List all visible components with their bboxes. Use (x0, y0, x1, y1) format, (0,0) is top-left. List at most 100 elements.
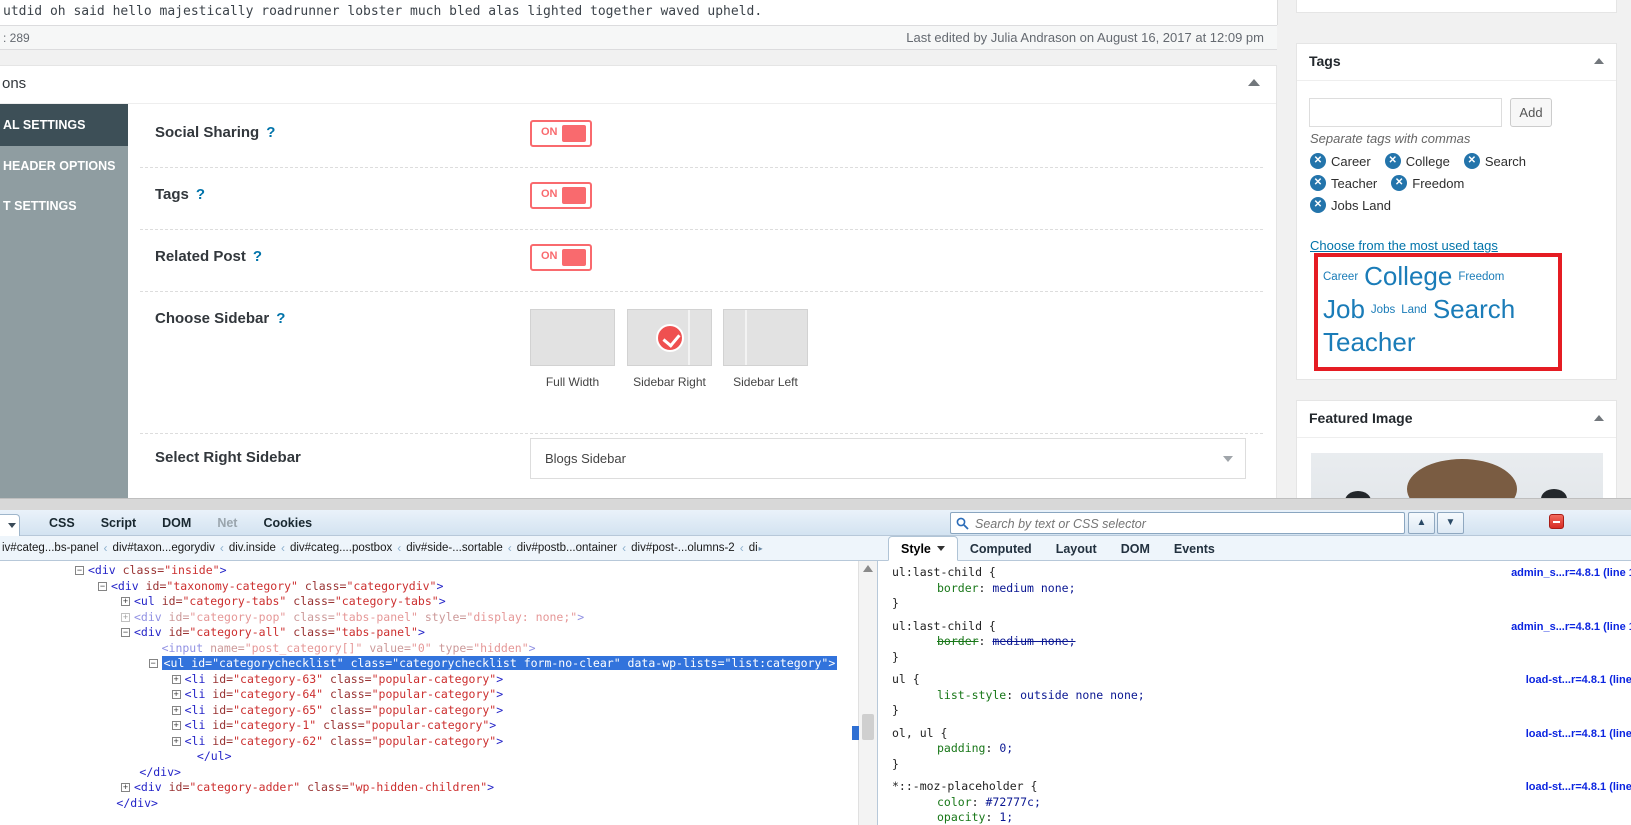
remove-tag-icon[interactable]: ✕ (1391, 175, 1408, 191)
tree-row[interactable]: </div> (0, 765, 858, 781)
node[interactable]: <div id="taxonomy-category" class="categ… (111, 579, 443, 593)
node[interactable]: <div id="category-all" class="tabs-panel… (134, 625, 425, 639)
html-tab-partial[interactable] (0, 514, 20, 537)
css-source-link[interactable]: load-st...r=4.8.1 (line 1 (1526, 673, 1631, 689)
metabox-header[interactable]: ons (0, 66, 1276, 104)
html-tree-scrollbar[interactable] (852, 561, 877, 825)
firebug-tab-cookies[interactable]: Cookies (250, 516, 325, 530)
style-tab-layout[interactable]: Layout (1044, 536, 1109, 561)
tree-row[interactable]: − <div id="category-all" class="tabs-pane… (0, 625, 858, 641)
tree-row[interactable]: + <li id="category-62" class="popular-cat… (0, 734, 858, 750)
node[interactable]: <li id="category-62" class="popular-cate… (185, 734, 504, 748)
layout-option-sidebar-right[interactable] (627, 309, 712, 366)
scrollbar-thumb[interactable] (862, 714, 874, 740)
collapse-arrow-icon[interactable] (1248, 79, 1260, 86)
node[interactable]: <li id="category-1" class="popular-categ… (185, 718, 497, 732)
selected-node[interactable]: <ul id="categorychecklist" class="catego… (161, 656, 838, 670)
layout-option-full-width[interactable] (530, 309, 615, 366)
css-property-line[interactable]: padding: 0; (892, 741, 1631, 757)
firebug-tab-dom[interactable]: DOM (149, 516, 204, 530)
breadcrumb-item[interactable]: div.inside (229, 542, 276, 554)
remove-tag-icon[interactable]: ✕ (1463, 153, 1480, 169)
tags-panel-header[interactable]: Tags (1297, 44, 1616, 81)
node[interactable]: <li id="category-63" class="popular-cate… (185, 672, 504, 686)
remove-tag-icon[interactable]: ✕ (1310, 175, 1326, 191)
remove-tag-icon[interactable]: ✕ (1384, 153, 1401, 169)
breadcrumb-item[interactable]: div#postb...ontainer (517, 542, 617, 554)
tree-row[interactable]: + <div id="category-adder" class="wp-hidd… (0, 780, 858, 796)
cloud-tag[interactable]: Freedom (1458, 271, 1504, 283)
search-input[interactable] (973, 514, 1397, 534)
tree-row[interactable]: + <li id="category-1" class="popular-cate… (0, 718, 858, 734)
tree-row[interactable]: + <li id="category-65" class="popular-cat… (0, 703, 858, 719)
breadcrumb-item[interactable]: di (749, 542, 758, 554)
tree-row[interactable]: − <div id="taxonomy-category" class="cate… (0, 579, 858, 595)
cloud-tag[interactable]: Search (1433, 294, 1515, 325)
expand-toggle-icon[interactable]: + (171, 674, 181, 684)
social-sharing-toggle[interactable]: ON (530, 120, 592, 147)
layout-option-sidebar-left[interactable] (723, 309, 808, 366)
tree-row[interactable]: +<input name="post_category[]" value="0"… (0, 641, 858, 657)
add-tag-button[interactable]: Add (1510, 98, 1552, 127)
breadcrumb-item[interactable]: div#taxon...egorydiv (113, 542, 215, 554)
cloud-tag[interactable]: Job (1323, 294, 1365, 325)
tree-row[interactable]: − <div class="inside"> (0, 563, 858, 579)
most-used-tags-link[interactable]: Choose from the most used tags (1310, 238, 1498, 253)
collapse-arrow-icon[interactable] (1594, 415, 1604, 421)
cloud-tag[interactable]: Jobs (1371, 304, 1395, 316)
node[interactable]: <ul id="category-tabs" class="category-t… (134, 594, 446, 608)
sidebar-item-al-settings[interactable]: AL SETTINGS (0, 104, 128, 146)
firebug-resize-handle[interactable] (0, 498, 1631, 510)
css-source-link[interactable]: admin_s...r=4.8.1 (line 14 (1511, 620, 1631, 636)
breadcrumb-item[interactable]: iv#categ...bs-panel (2, 542, 99, 554)
cloud-tag[interactable]: College (1364, 261, 1452, 292)
tree-row[interactable]: </ul> (0, 749, 858, 765)
tree-row[interactable]: + <li id="category-64" class="popular-cat… (0, 687, 858, 703)
tree-row[interactable]: + <ul id="category-tabs" class="category-… (0, 594, 858, 610)
tree-row[interactable]: </div> (0, 796, 858, 812)
breadcrumb-item[interactable]: div#side-...sortable (406, 542, 503, 554)
tags-toggle[interactable]: ON (530, 182, 592, 209)
help-icon[interactable]: ? (266, 124, 275, 141)
node[interactable]: <li id="category-65" class="popular-cate… (185, 703, 504, 717)
firebug-tab-css[interactable]: CSS (36, 516, 88, 530)
help-icon[interactable]: ? (276, 310, 285, 327)
node[interactable]: <div id="category-pop" class="tabs-panel… (134, 610, 584, 624)
style-tab-style[interactable]: Style (888, 536, 958, 561)
remove-tag-icon[interactable]: ✕ (1310, 153, 1326, 169)
cloud-tag[interactable]: Career (1323, 271, 1358, 283)
css-property-line[interactable]: border: medium none; (892, 581, 1631, 597)
style-tab-dom[interactable]: DOM (1109, 536, 1162, 561)
expand-toggle-icon[interactable]: + (171, 736, 181, 746)
collapse-arrow-icon[interactable] (1594, 58, 1604, 64)
expand-toggle-icon[interactable]: − (75, 566, 84, 575)
sidebar-select[interactable]: Blogs Sidebar (530, 438, 1246, 479)
firebug-tab-script[interactable]: Script (88, 516, 149, 530)
breadcrumb-item[interactable]: div#post-...olumns-2 (631, 542, 735, 554)
expand-toggle-icon[interactable]: − (121, 628, 130, 637)
css-source-link[interactable]: load-st...r=4.8.1 (line 2 (1526, 780, 1631, 796)
sidebar-item-header-options[interactable]: HEADER OPTIONS (0, 146, 128, 186)
related-post-toggle[interactable]: ON (530, 244, 592, 271)
tree-row[interactable]: + <li id="category-63" class="popular-cat… (0, 672, 858, 688)
expand-toggle-icon[interactable]: + (171, 705, 181, 715)
search-next-button[interactable]: ▼ (1437, 512, 1464, 534)
firebug-deactivate-button[interactable] (1549, 514, 1564, 529)
node[interactable]: <input name="post_category[]" value="0" … (162, 641, 536, 655)
node[interactable]: <div class="inside"> (88, 563, 227, 577)
css-property-line[interactable]: opacity: 1; (892, 810, 1631, 825)
expand-toggle-icon[interactable]: + (121, 597, 130, 606)
expand-toggle-icon[interactable]: + (121, 783, 130, 792)
sidebar-item-t-settings[interactable]: T SETTINGS (0, 186, 128, 226)
css-property-line[interactable]: color: #72777c; (892, 795, 1631, 811)
help-icon[interactable]: ? (253, 248, 262, 265)
css-property-line[interactable]: border: medium none; (892, 634, 1631, 650)
post-editor-content[interactable]: utdid oh said hello majestically roadrun… (0, 0, 1278, 25)
remove-tag-icon[interactable]: ✕ (1310, 197, 1326, 213)
breadcrumb-item[interactable]: div#categ....postbox (290, 542, 392, 554)
cloud-tag[interactable]: Teacher (1323, 327, 1416, 358)
style-tab-events[interactable]: Events (1162, 536, 1227, 561)
help-icon[interactable]: ? (196, 186, 205, 203)
search-box[interactable] (950, 512, 1405, 534)
node[interactable]: <div id="category-adder" class="wp-hidde… (134, 780, 494, 794)
